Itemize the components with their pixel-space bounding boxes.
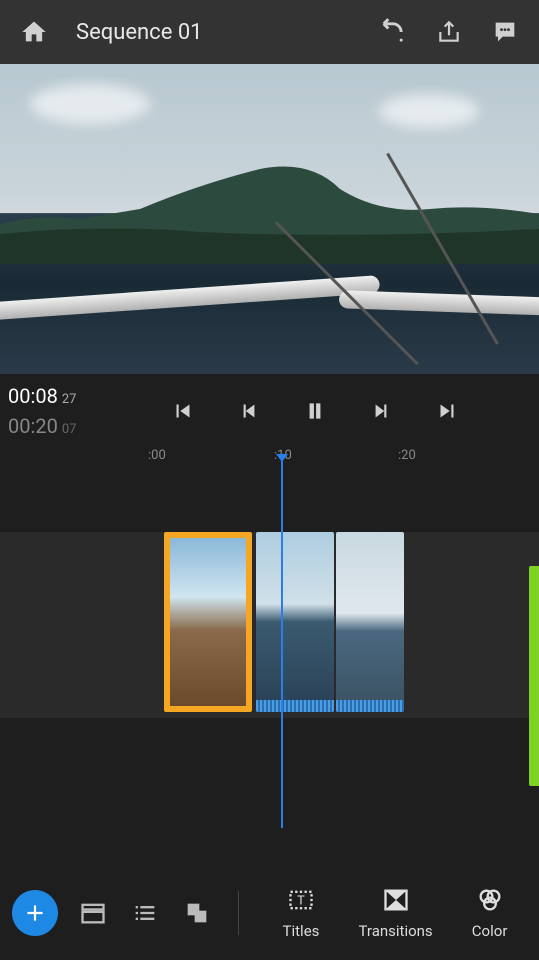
header-bar: Sequence 01 [0,0,539,64]
transitions-icon [382,886,410,914]
share-icon[interactable] [431,14,467,50]
clip[interactable] [336,532,404,712]
duration-time: 00:20 [8,414,58,438]
tab-label: Color [472,922,508,940]
video-preview[interactable] [0,64,539,374]
bottom-toolbar: T Titles Transitions Color [0,866,539,960]
transport-buttons [98,395,531,427]
home-icon[interactable] [16,14,52,50]
timecode: 00:08 27 00:20 07 [8,384,98,438]
audio-clip[interactable] [529,566,539,786]
ruler-tick: :00 [148,448,166,463]
current-frames: 27 [62,392,77,407]
add-button[interactable] [12,890,58,936]
color-wheel-icon [476,886,504,914]
plus-icon [22,900,48,926]
current-time: 00:08 [8,384,58,408]
skip-next-icon[interactable] [431,395,463,427]
tab-label: Titles [283,922,320,940]
toolbar-divider [238,891,239,935]
audio-waveform [256,700,334,712]
tab-titles[interactable]: T Titles [283,886,320,940]
duration-frames: 07 [62,422,77,437]
tab-transitions[interactable]: Transitions [359,886,433,940]
undo-icon[interactable] [375,14,411,50]
layers-icon[interactable] [180,896,214,930]
tool-tabs: T Titles Transitions Color [263,886,527,940]
step-forward-icon[interactable] [365,395,397,427]
project-icon[interactable] [76,896,110,930]
clip[interactable] [256,532,334,712]
sequence-title[interactable]: Sequence 01 [76,20,203,45]
transport-bar: 00:08 27 00:20 07 [0,374,539,448]
timeline[interactable]: :00 :10 :20 [0,448,539,868]
svg-text:T: T [297,894,305,909]
tab-label: Transitions [359,922,433,940]
tab-color[interactable]: Color [472,886,508,940]
comment-icon[interactable] [487,14,523,50]
list-icon[interactable] [128,896,162,930]
playhead[interactable] [281,456,283,828]
clip-selected[interactable] [164,532,252,712]
pause-icon[interactable] [299,395,331,427]
skip-previous-icon[interactable] [167,395,199,427]
titles-icon: T [287,886,315,914]
step-back-icon[interactable] [233,395,265,427]
audio-waveform [336,700,404,712]
ruler-tick: :20 [398,448,416,463]
timeline-ruler: :00 :10 :20 [0,448,539,472]
clips-container [0,532,539,712]
